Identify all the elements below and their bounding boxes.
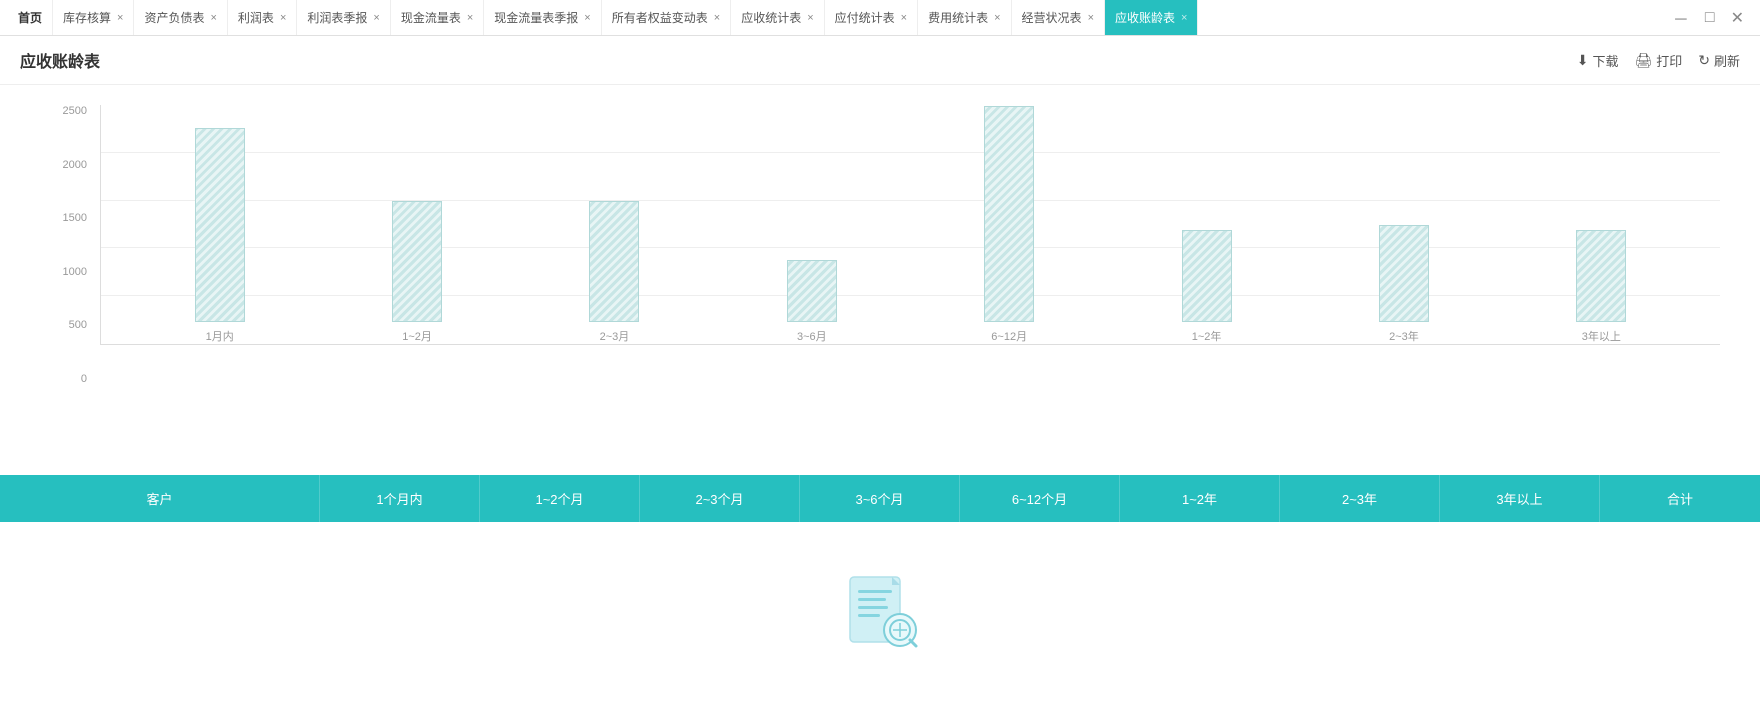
bar-group-0: 1月内 xyxy=(195,128,245,344)
close-icon[interactable]: × xyxy=(373,12,379,24)
close-icon[interactable]: × xyxy=(584,12,590,24)
grid-line-1 xyxy=(101,152,1720,153)
th-1month: 1个月内 xyxy=(320,475,480,522)
bar-label-7: 3年以上 xyxy=(1582,328,1621,344)
tab-payable-stats[interactable]: 应付统计表 × xyxy=(825,0,918,36)
bar-chart: 2500 2000 1500 1000 500 0 1月内 1~2月 2~3月 3~6… xyxy=(40,105,1720,425)
bar-group-1: 1~2月 xyxy=(392,201,442,344)
close-icon[interactable]: × xyxy=(901,12,907,24)
th-2-3month: 2~3个月 xyxy=(640,475,800,522)
close-icon[interactable]: × xyxy=(467,12,473,24)
y-label-1000: 1000 xyxy=(63,266,87,278)
download-icon: ⬇ xyxy=(1577,52,1589,69)
bar-group-2: 2~3月 xyxy=(589,201,639,344)
header-actions: ⬇ 下载 🖨 打印 ↻ 刷新 xyxy=(1577,51,1740,70)
y-label-500: 500 xyxy=(69,319,87,331)
bar-label-1: 1~2月 xyxy=(402,328,432,344)
grid-line-2 xyxy=(101,200,1720,201)
close-icon[interactable]: × xyxy=(117,12,123,24)
tab-cashflow[interactable]: 现金流量表 × xyxy=(391,0,484,36)
chart-area: 2500 2000 1500 1000 500 0 1月内 1~2月 2~3月 3~6… xyxy=(0,85,1760,475)
bar-label-6: 2~3年 xyxy=(1389,328,1419,344)
grid-line-3 xyxy=(101,247,1720,248)
empty-state xyxy=(0,522,1760,702)
tab-operations[interactable]: 经营状况表 × xyxy=(1012,0,1105,36)
bar-4 xyxy=(984,106,1034,322)
bar-label-5: 1~2年 xyxy=(1192,328,1222,344)
bar-label-4: 6~12月 xyxy=(991,328,1027,344)
tab-cashflow-quarterly[interactable]: 现金流量表季报 × xyxy=(484,0,601,36)
bar-3 xyxy=(787,260,837,322)
bar-group-4: 6~12月 xyxy=(984,106,1034,344)
bar-label-0: 1月内 xyxy=(206,328,234,344)
close-icon[interactable]: × xyxy=(714,12,720,24)
bar-6 xyxy=(1379,225,1429,322)
th-3year-plus: 3年以上 xyxy=(1440,475,1600,522)
close-icon[interactable]: × xyxy=(280,12,286,24)
y-axis: 2500 2000 1500 1000 500 0 xyxy=(40,105,95,385)
close-window-button[interactable]: ✕ xyxy=(1727,4,1748,32)
tab-balance[interactable]: 资产负债表 × xyxy=(134,0,227,36)
bar-group-3: 3~6月 xyxy=(787,260,837,344)
th-2-3year: 2~3年 xyxy=(1280,475,1440,522)
close-icon[interactable]: × xyxy=(210,12,216,24)
tab-home[interactable]: 首页 xyxy=(8,0,53,36)
bar-0 xyxy=(195,128,245,322)
minimize-button[interactable]: － xyxy=(1669,2,1693,34)
tab-bar: 首页 库存核算 × 资产负债表 × 利润表 × 利润表季报 × 现金流量表 × … xyxy=(0,0,1760,36)
maximize-button[interactable]: □ xyxy=(1701,5,1719,31)
th-1-2month: 1~2个月 xyxy=(480,475,640,522)
th-3-6month: 3~6个月 xyxy=(800,475,960,522)
y-label-0: 0 xyxy=(81,373,87,385)
bar-2 xyxy=(589,201,639,322)
window-actions: － □ ✕ xyxy=(1669,2,1752,34)
bar-group-5: 1~2年 xyxy=(1182,230,1232,344)
table-header: 客户 1个月内 1~2个月 2~3个月 3~6个月 6~12个月 1~2年 2~… xyxy=(0,475,1760,522)
bar-group-7: 3年以上 xyxy=(1576,230,1626,344)
close-icon[interactable]: × xyxy=(1181,12,1187,24)
download-button[interactable]: ⬇ 下载 xyxy=(1577,51,1619,70)
bar-5 xyxy=(1182,230,1232,322)
page-header: 应收账龄表 ⬇ 下载 🖨 打印 ↻ 刷新 xyxy=(0,36,1760,85)
tab-profit-quarterly[interactable]: 利润表季报 × xyxy=(297,0,390,36)
th-6-12month: 6~12个月 xyxy=(960,475,1120,522)
close-icon[interactable]: × xyxy=(994,12,1000,24)
tab-inventory[interactable]: 库存核算 × xyxy=(53,0,134,36)
bar-7 xyxy=(1576,230,1626,322)
chart-body: 1月内 1~2月 2~3月 3~6月 6~12月 1~2年 2~3年 3年以上 xyxy=(100,105,1720,345)
tab-aging[interactable]: 应收账龄表 × xyxy=(1105,0,1198,36)
empty-illustration xyxy=(830,562,930,662)
refresh-button[interactable]: ↻ 刷新 xyxy=(1698,51,1740,70)
th-1-2year: 1~2年 xyxy=(1120,475,1280,522)
bar-label-2: 2~3月 xyxy=(600,328,630,344)
tab-expense-stats[interactable]: 费用统计表 × xyxy=(918,0,1011,36)
bar-group-6: 2~3年 xyxy=(1379,225,1429,344)
page-title: 应收账龄表 xyxy=(20,48,100,72)
print-icon: 🖨 xyxy=(1634,52,1652,69)
print-button[interactable]: 🖨 打印 xyxy=(1634,51,1682,70)
page-container: 应收账龄表 ⬇ 下载 🖨 打印 ↻ 刷新 2500 2000 1500 10 xyxy=(0,36,1760,720)
th-customer: 客户 xyxy=(0,475,320,522)
close-icon[interactable]: × xyxy=(807,12,813,24)
tab-equity[interactable]: 所有者权益变动表 × xyxy=(602,0,731,36)
bar-label-3: 3~6月 xyxy=(797,328,827,344)
y-label-2500-top: 2500 xyxy=(63,105,87,117)
refresh-icon: ↻ xyxy=(1698,52,1710,69)
tab-receivable-stats[interactable]: 应收统计表 × xyxy=(731,0,824,36)
y-label-1500: 1500 xyxy=(63,212,87,224)
bar-1 xyxy=(392,201,442,322)
tab-profit[interactable]: 利润表 × xyxy=(228,0,297,36)
y-label-2000: 2000 xyxy=(63,159,87,171)
grid-line-4 xyxy=(101,295,1720,296)
close-icon[interactable]: × xyxy=(1088,12,1094,24)
th-total: 合计 xyxy=(1600,475,1760,522)
